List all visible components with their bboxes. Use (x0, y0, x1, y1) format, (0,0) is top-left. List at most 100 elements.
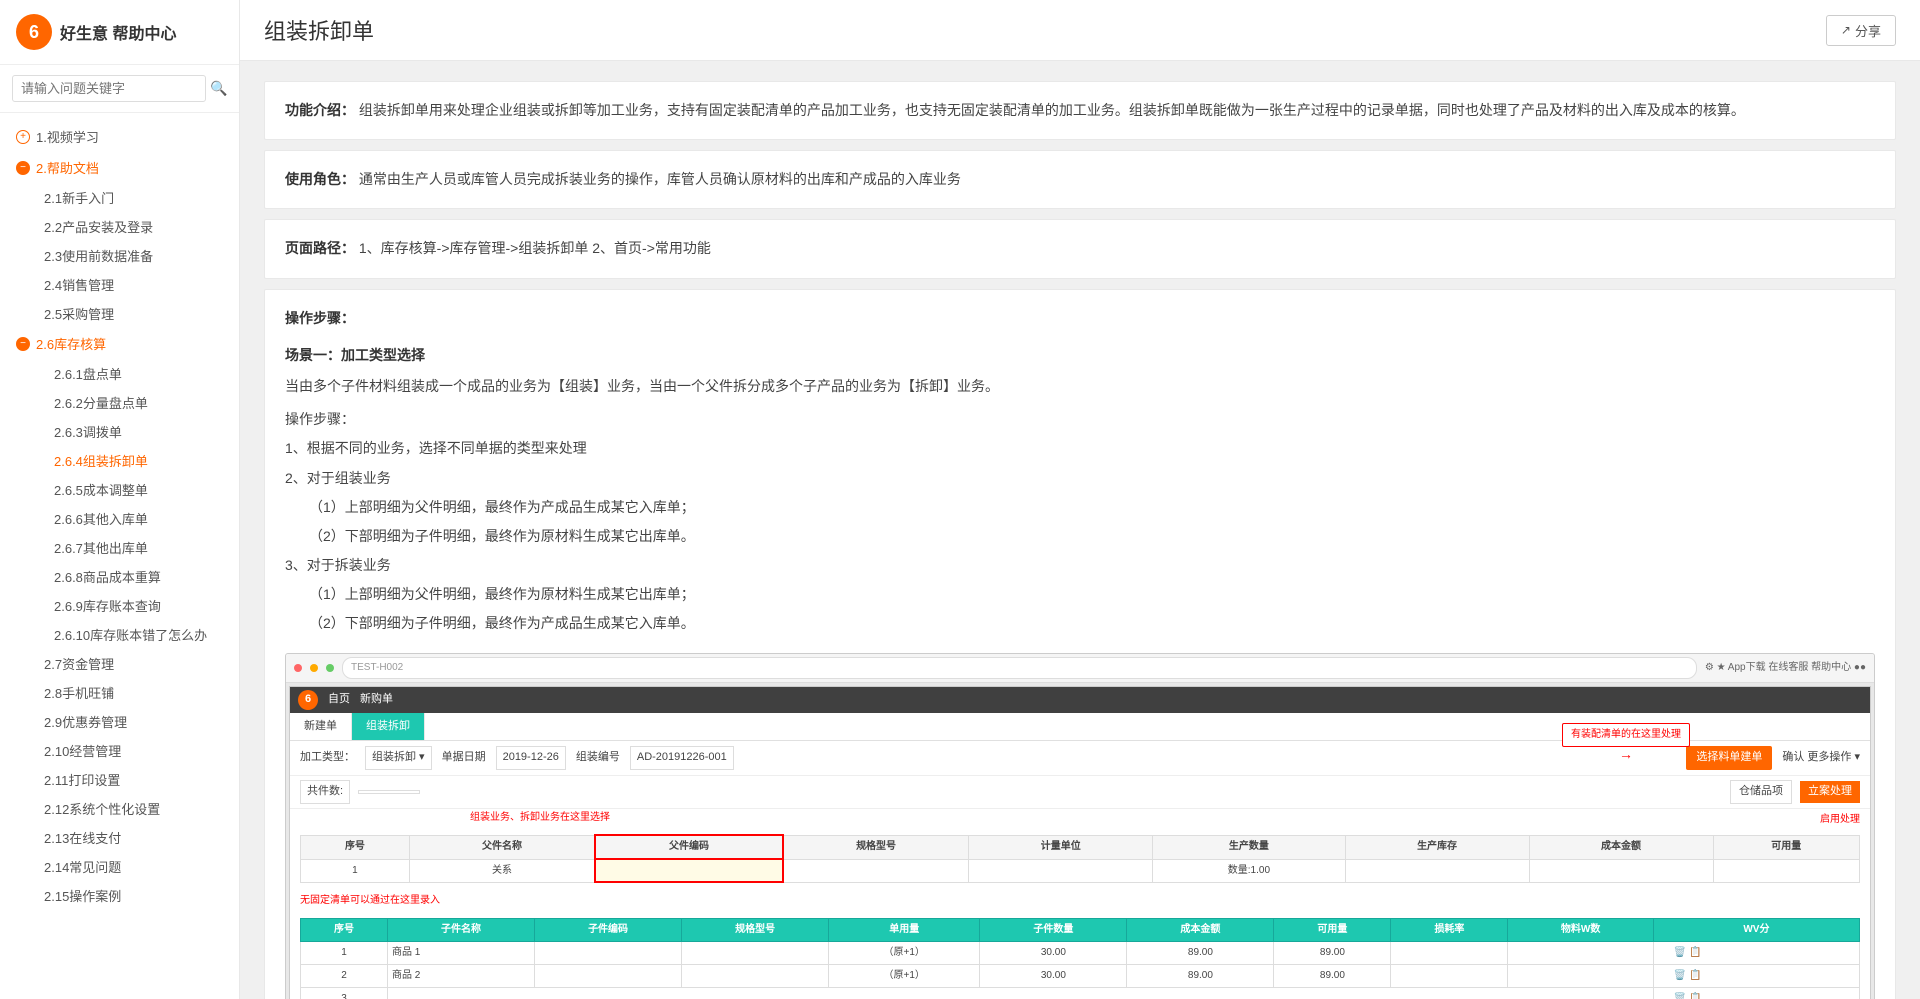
sidebar-item-265[interactable]: 2.6.5成本调整单 (46, 475, 239, 504)
form-type-label: 加工类型： (300, 748, 355, 768)
th-available: 可用量 (1713, 835, 1860, 859)
td-parent-name-1: 关系 (409, 859, 595, 882)
sidebar-item-docs[interactable]: − 2.帮助文档 (0, 152, 239, 183)
sidebar-item-267[interactable]: 2.6.7其他出库单 (46, 533, 239, 562)
sidebar-item-262[interactable]: 2.6.2分量盘点单 (46, 388, 239, 417)
page-title: 组装拆卸单 (264, 14, 374, 46)
form-no-value[interactable]: AD-20191226-001 (630, 746, 734, 770)
sidebar-item-215[interactable]: 2.15操作案例 (36, 881, 239, 910)
screenshot-container: TEST-H002 ⚙ ★ App下载 在线客服 帮助中心 ●● 6 自页 新购… (285, 653, 1875, 999)
sidebar-item-24[interactable]: 2.4销售管理 (36, 270, 239, 299)
th-unit: 计量单位 (969, 835, 1153, 859)
app-logo: 6 (298, 690, 318, 710)
ltr1-wv: 🗑️ 📋 (1653, 942, 1859, 965)
lth-w: 物料W数 (1508, 919, 1653, 942)
process-btn[interactable]: 立案处理 (1800, 781, 1860, 803)
form-date-label: 单据日期 (442, 748, 486, 768)
lth-child-qty: 子件数量 (980, 919, 1127, 942)
tab-new[interactable]: 新建单 (290, 713, 352, 741)
lth-loss: 损耗率 (1391, 919, 1508, 942)
sidebar-item-26[interactable]: − 2.6库存核算 (16, 328, 239, 359)
ltr1-spec (682, 942, 829, 965)
sidebar-item-213[interactable]: 2.13在线支付 (36, 823, 239, 852)
sidebar-item-2610[interactable]: 2.6.10库存账本错了怎么办 (46, 620, 239, 649)
ltr2-code (535, 965, 682, 988)
sidebar-item-264[interactable]: 2.6.4组装拆卸单 (46, 446, 239, 475)
form-type-dropdown[interactable]: 组装拆卸 ▾ (365, 746, 432, 770)
th-inventory: 生产库存 (1345, 835, 1529, 859)
step2: 2、对于组装业务 (285, 466, 1875, 491)
sidebar-item-22[interactable]: 2.2产品安装及登录 (36, 212, 239, 241)
logo-icon: 6 (16, 14, 52, 50)
sidebar-item-263[interactable]: 2.6.3调拨单 (46, 417, 239, 446)
sidebar-item-214[interactable]: 2.14常见问题 (36, 852, 239, 881)
ltr1-loss (1391, 942, 1508, 965)
td-parent-code-1[interactable] (595, 859, 783, 882)
sidebar-item-29[interactable]: 2.9优惠券管理 (36, 707, 239, 736)
form-date-value[interactable]: 2019-12-26 (496, 746, 566, 770)
btn-assembly-bom[interactable]: 选择料单建单 (1686, 746, 1772, 770)
ltr2-name: 商品 2 (388, 965, 535, 988)
sidebar-item-21[interactable]: 2.1新手入门 (36, 183, 239, 212)
lth-cost: 成本金额 (1127, 919, 1274, 942)
steps-label: 操作步骤： (285, 407, 1875, 432)
th-cost: 成本金额 (1529, 835, 1713, 859)
share-icon: ↗ (1841, 23, 1851, 37)
type-row: 共件数: 组装业务、拆卸业务在这里选择 仓储品项 立案处理 (290, 776, 1870, 809)
search-button[interactable]: 🔍 (206, 76, 231, 101)
ltr1-avail: 89.00 (1274, 942, 1391, 965)
sidebar-item-video[interactable]: + 1.视频学习 (0, 121, 239, 152)
ltr2-spec (682, 965, 829, 988)
app-nav-home: 自页 (328, 690, 350, 710)
sidebar-item-266[interactable]: 2.6.6其他入库单 (46, 504, 239, 533)
sidebar-item-28[interactable]: 2.8手机旺铺 (36, 678, 239, 707)
annotation-box-1: 有装配清单的在这里处理 → (1562, 723, 1690, 761)
inner-app: 6 自页 新购单 新建单 组装拆卸 加工类型： 组装拆卸 ▾ 单据日期 (289, 686, 1871, 999)
sidebar-item-212[interactable]: 2.12系统个性化设置 (36, 794, 239, 823)
th-qty: 生产数量 (1153, 835, 1345, 859)
form-no-label: 组装编号 (576, 748, 620, 768)
top-header: 组装拆卸单 ↗ 分享 (240, 0, 1920, 61)
ltr1-uqty: （原+1） (829, 942, 980, 965)
sidebar-item-27[interactable]: 2.7资金管理 (36, 649, 239, 678)
lth-wv: WV分 (1653, 919, 1859, 942)
sidebar-item-268[interactable]: 2.6.8商品成本重算 (46, 562, 239, 591)
ltr3-empty (388, 988, 1654, 999)
sub-nav-docs: 2.1新手入门 2.2产品安装及登录 2.3使用前数据准备 2.4销售管理 2.… (0, 183, 239, 910)
sidebar-item-210[interactable]: 2.10经营管理 (36, 736, 239, 765)
function-intro-card: 功能介绍： 组装拆卸单用来处理企业组装或拆卸等加工业务，支持有固定装配清单的产品… (264, 81, 1896, 140)
sidebar-item-label: 1.视频学习 (36, 127, 99, 146)
btn-confirm[interactable]: 确认 更多操作 ▾ (1782, 748, 1860, 768)
warehouse-field[interactable]: 仓储品项 (1730, 780, 1792, 804)
td-unit-1 (969, 859, 1153, 882)
ltr2-seq: 2 (301, 965, 388, 988)
annotation3-label: 组装业务、拆卸业务在这里选择 (470, 808, 610, 828)
upper-table-area: 序号 父件名称 父件编码 规格型号 计量单位 生产数量 生产库存 成本金额 可用… (290, 831, 1870, 886)
ltr2-cost: 89.00 (1127, 965, 1274, 988)
ltr2-uqty: （原+1） (829, 965, 980, 988)
ltr1-cost: 89.00 (1127, 942, 1274, 965)
share-button[interactable]: ↗ 分享 (1826, 15, 1896, 46)
sidebar: 6 好生意 帮助中心 🔍 + 1.视频学习 − 2.帮助文档 2.1新手入门 2… (0, 0, 240, 999)
sidebar-item-261[interactable]: 2.6.1盘点单 (46, 359, 239, 388)
ltr2-loss (1391, 965, 1508, 988)
tab-assembly[interactable]: 组装拆卸 (352, 713, 425, 741)
function-intro-text: 组装拆卸单用来处理企业组装或拆卸等加工业务，支持有固定装配清单的产品加工业务，也… (359, 102, 1745, 118)
lth-seq: 序号 (301, 919, 388, 942)
search-input[interactable] (12, 75, 206, 102)
scene1-title: 场景一：加工类型选择 (285, 343, 1875, 368)
sidebar-item-23[interactable]: 2.3使用前数据准备 (36, 241, 239, 270)
sub-nav-26: 2.6.1盘点单 2.6.2分量盘点单 2.6.3调拨单 2.6.4组装拆卸单 … (36, 359, 239, 649)
sidebar-item-label: 2.帮助文档 (36, 158, 99, 177)
th-spec: 规格型号 (783, 835, 969, 859)
sidebar-item-269[interactable]: 2.6.9库存账本查询 (46, 591, 239, 620)
sidebar-item-211[interactable]: 2.11打印设置 (36, 765, 239, 794)
sidebar-item-25[interactable]: 2.5采购管理 (36, 299, 239, 328)
search-area: 🔍 (0, 65, 239, 113)
lower-table-area: 序号 子件名称 子件编码 规格型号 单用量 子件数量 成本金额 可用量 损耗率 (290, 915, 1870, 999)
lth-avail: 可用量 (1274, 919, 1391, 942)
count-value[interactable] (358, 790, 420, 794)
count-label: 共件数: (300, 780, 350, 804)
step3-sub2: （2）下部明细为子件明细，最终作为产成品生成某它入库单。 (309, 611, 1875, 636)
ltr3-seq: 3 (301, 988, 388, 999)
